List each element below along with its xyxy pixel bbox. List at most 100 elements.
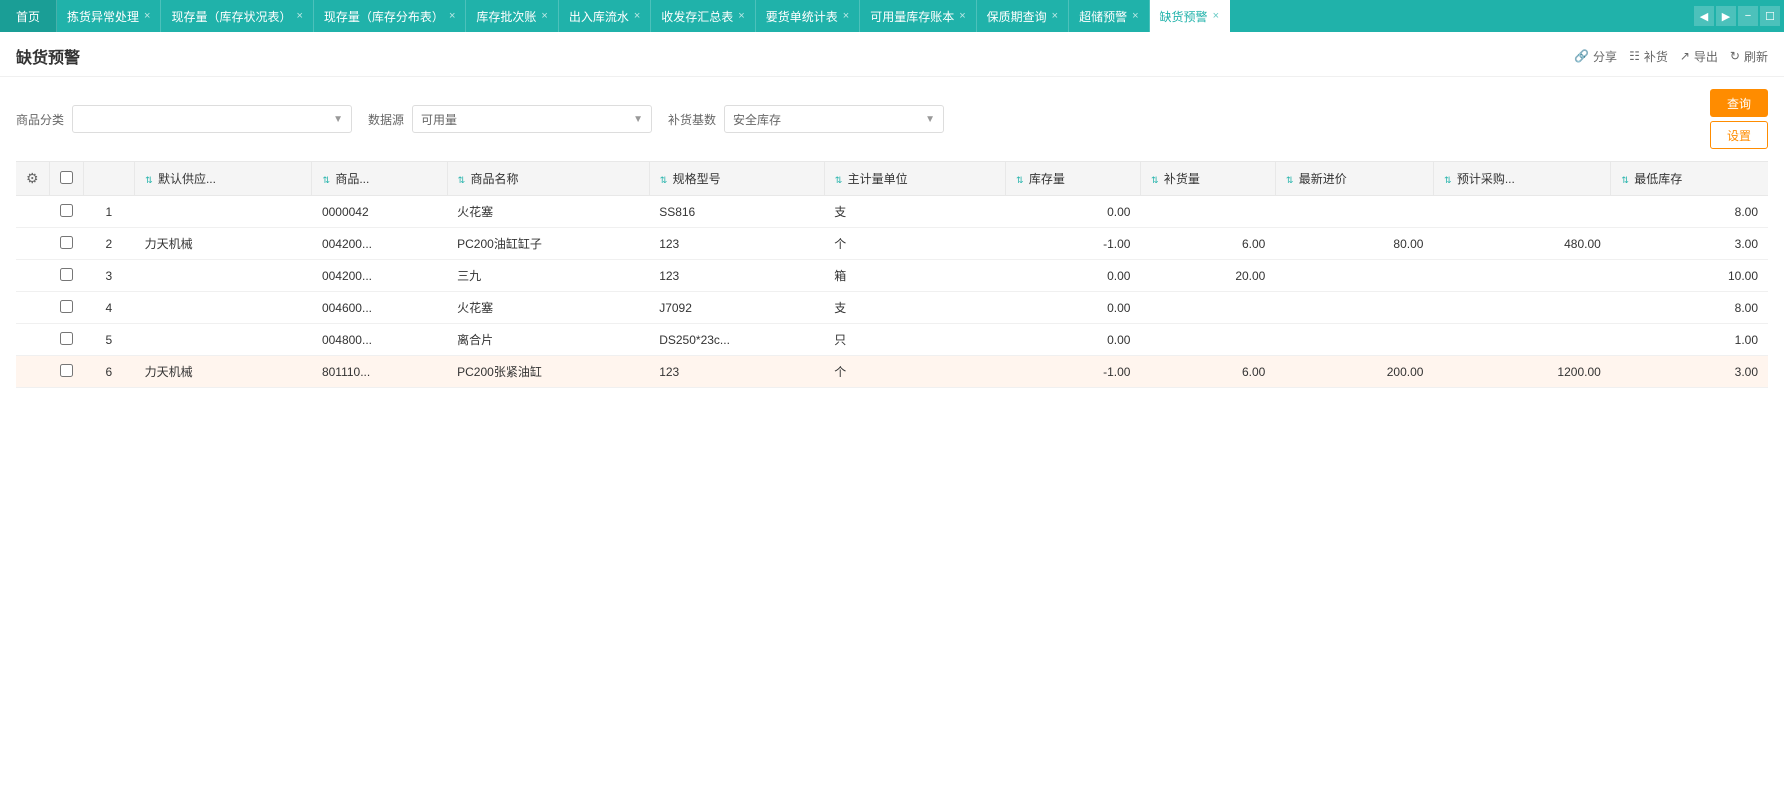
- th-goods-name[interactable]: ⇅ 商品名称: [447, 162, 649, 196]
- table-cell: 3.00: [1611, 356, 1768, 388]
- sort-icon-supplier: ⇅: [145, 175, 153, 185]
- tab-2-close[interactable]: ×: [296, 10, 302, 22]
- row-gear-cell: [16, 356, 49, 388]
- tab-8-close[interactable]: ×: [959, 10, 965, 22]
- tab-4-close[interactable]: ×: [541, 10, 547, 22]
- tab-2[interactable]: 现存量（库存状况表） ×: [161, 0, 313, 32]
- replenish-base-select[interactable]: 安全库存 ▼: [724, 105, 944, 133]
- table-cell[interactable]: [49, 260, 83, 292]
- table-cell: 801110...: [312, 356, 447, 388]
- tab-1-close[interactable]: ×: [144, 10, 150, 22]
- tab-next-button[interactable]: ▶: [1716, 6, 1736, 26]
- table-cell[interactable]: [49, 356, 83, 388]
- th-min-stock-label: 最低库存: [1634, 172, 1682, 186]
- tab-10-close[interactable]: ×: [1132, 10, 1138, 22]
- tab-home[interactable]: 首页: [0, 0, 57, 32]
- sort-icon-min-stock: ⇅: [1621, 175, 1629, 185]
- replenish-base-label: 补货基数: [668, 111, 716, 128]
- replenish-button[interactable]: ☷ 补货: [1629, 48, 1668, 65]
- export-label: 导出: [1694, 48, 1718, 65]
- tab-1[interactable]: 拣货异常处理 ×: [57, 0, 161, 32]
- th-goods-code[interactable]: ⇅ 商品...: [312, 162, 447, 196]
- tab-9[interactable]: 保质期查询 ×: [977, 0, 1069, 32]
- tab-6[interactable]: 收发存汇总表 ×: [651, 0, 755, 32]
- row-checkbox[interactable]: [60, 204, 73, 217]
- th-spec[interactable]: ⇅ 规格型号: [649, 162, 824, 196]
- table-cell: 个: [824, 356, 1005, 388]
- table-cell: 80.00: [1275, 228, 1433, 260]
- table-cell: 支: [824, 292, 1005, 324]
- tab-5-close[interactable]: ×: [634, 10, 640, 22]
- th-settings[interactable]: ⚙: [16, 162, 49, 196]
- tab-maximize-button[interactable]: ☐: [1760, 6, 1780, 26]
- refresh-button[interactable]: ↻ 刷新: [1730, 48, 1768, 65]
- tab-prev-button[interactable]: ◀: [1694, 6, 1714, 26]
- table-cell[interactable]: [49, 292, 83, 324]
- th-latest-price[interactable]: ⇅ 最新进价: [1275, 162, 1433, 196]
- query-button[interactable]: 查询: [1710, 89, 1768, 117]
- table-cell: 004600...: [312, 292, 447, 324]
- row-checkbox[interactable]: [60, 268, 73, 281]
- replenish-base-dropdown-icon: ▼: [925, 114, 935, 125]
- table-cell: 1200.00: [1433, 356, 1610, 388]
- th-checkbox[interactable]: [49, 162, 83, 196]
- table-cell: 只: [824, 324, 1005, 356]
- datasource-label: 数据源: [368, 111, 404, 128]
- table-cell[interactable]: [49, 324, 83, 356]
- tab-3-close[interactable]: ×: [449, 10, 455, 22]
- table-cell[interactable]: [49, 196, 83, 228]
- row-gear-cell: [16, 196, 49, 228]
- row-checkbox[interactable]: [60, 236, 73, 249]
- th-stock[interactable]: ⇅ 库存量: [1006, 162, 1141, 196]
- tab-6-close[interactable]: ×: [738, 10, 744, 22]
- share-button[interactable]: 🔗 分享: [1574, 48, 1617, 65]
- replenish-label: 补货: [1644, 48, 1668, 65]
- gear-icon[interactable]: ⚙: [26, 170, 39, 186]
- th-min-stock[interactable]: ⇅ 最低库存: [1611, 162, 1768, 196]
- table-cell: 0.00: [1006, 324, 1141, 356]
- tab-home-label: 首页: [16, 8, 40, 25]
- th-est-purchase[interactable]: ⇅ 预计采购...: [1433, 162, 1610, 196]
- tab-4-label: 库存批次账: [476, 8, 536, 25]
- tab-4[interactable]: 库存批次账 ×: [466, 0, 558, 32]
- tab-8[interactable]: 可用量库存账本 ×: [860, 0, 976, 32]
- table-cell: 10.00: [1611, 260, 1768, 292]
- th-latest-price-label: 最新进价: [1299, 172, 1347, 186]
- th-supplier[interactable]: ⇅ 默认供应...: [135, 162, 312, 196]
- table-cell: 箱: [824, 260, 1005, 292]
- tab-3[interactable]: 现存量（库存分布表） ×: [314, 0, 466, 32]
- tab-10[interactable]: 超储预警 ×: [1069, 0, 1149, 32]
- table-cell: 3: [83, 260, 135, 292]
- table-cell: 个: [824, 228, 1005, 260]
- category-label: 商品分类: [16, 111, 64, 128]
- th-unit[interactable]: ⇅ 主计量单位: [824, 162, 1005, 196]
- tab-5[interactable]: 出入库流水 ×: [559, 0, 651, 32]
- category-filter-group: 商品分类 ▼: [16, 105, 352, 133]
- tab-7-close[interactable]: ×: [843, 10, 849, 22]
- tab-11-close[interactable]: ×: [1213, 10, 1219, 22]
- export-button[interactable]: ↗ 导出: [1680, 48, 1718, 65]
- category-select[interactable]: ▼: [72, 105, 352, 133]
- th-replenish-label: 补货量: [1164, 172, 1200, 186]
- row-checkbox[interactable]: [60, 364, 73, 377]
- table-cell: [1275, 260, 1433, 292]
- select-all-checkbox[interactable]: [60, 171, 73, 184]
- row-checkbox[interactable]: [60, 300, 73, 313]
- table-cell: 123: [649, 260, 824, 292]
- filter-bar: 商品分类 ▼ 数据源 可用量 ▼ 补货基数 安全库存 ▼ 查询 设置: [0, 77, 1784, 161]
- tab-11[interactable]: 缺货预警 ×: [1150, 0, 1230, 32]
- table-cell[interactable]: [49, 228, 83, 260]
- tab-9-close[interactable]: ×: [1052, 10, 1058, 22]
- settings-button[interactable]: 设置: [1710, 121, 1768, 149]
- row-gear-cell: [16, 260, 49, 292]
- tab-7[interactable]: 要货单统计表 ×: [756, 0, 860, 32]
- tab-2-label: 现存量（库存状况表）: [171, 8, 291, 25]
- tab-minimize-button[interactable]: −: [1738, 6, 1758, 26]
- main-content: 缺货预警 🔗 分享 ☷ 补货 ↗ 导出 ↻ 刷新 商品分类: [0, 32, 1784, 796]
- table-cell: 6: [83, 356, 135, 388]
- th-replenish[interactable]: ⇅ 补货量: [1140, 162, 1275, 196]
- table-cell: [1140, 292, 1275, 324]
- row-checkbox[interactable]: [60, 332, 73, 345]
- table-cell: 200.00: [1275, 356, 1433, 388]
- datasource-select[interactable]: 可用量 ▼: [412, 105, 652, 133]
